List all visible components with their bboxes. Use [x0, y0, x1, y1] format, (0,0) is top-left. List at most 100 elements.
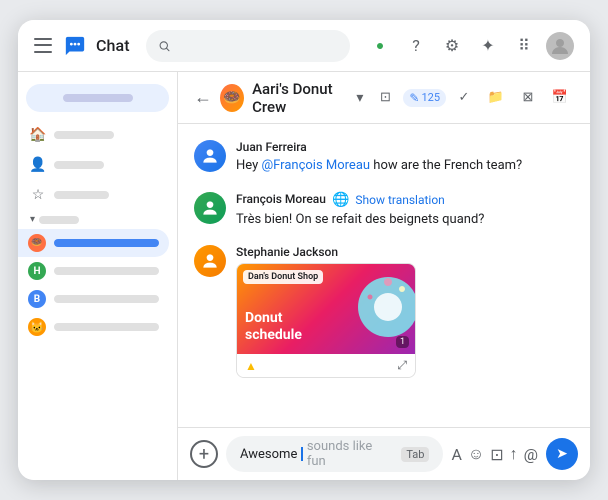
- top-bar: Chat ? ⚙ ✦ ⠿: [18, 20, 590, 72]
- mention-francois[interactable]: @François Moreau: [261, 158, 370, 173]
- folder-icon[interactable]: 📁: [482, 84, 510, 112]
- gemini-icon[interactable]: ✦: [474, 32, 502, 60]
- image-preview: Dan's Donut Shop Donut schedule: [237, 264, 415, 354]
- send-button[interactable]: ➤: [546, 438, 578, 470]
- message-content-stephanie: Stephanie Jackson Dan's Donut Shop Donut…: [236, 245, 574, 378]
- search-icon: [158, 39, 171, 53]
- h-icon: H: [28, 262, 46, 280]
- chat-title: Aari's Donut Crew: [252, 80, 352, 116]
- suggestion-text: sounds like fun: [307, 439, 393, 469]
- message-content-francois: François Moreau 🌐 Show translation Très …: [236, 192, 574, 230]
- expand-icon[interactable]: ⤢: [397, 358, 407, 373]
- section-title: [39, 216, 79, 224]
- sidebar-item-label: [54, 239, 159, 247]
- send-icon: ➤: [556, 446, 568, 462]
- add-icon: +: [199, 444, 209, 465]
- group-icon: 🍩: [220, 84, 244, 112]
- sidebar-item-label: [54, 267, 159, 275]
- input-text: Awesome: [240, 447, 297, 462]
- sidebar-nav-home[interactable]: 🏠: [18, 120, 177, 150]
- nav-label: [54, 161, 104, 169]
- main-area: 🏠 👤 ☆ ▾ 🍩 H: [18, 72, 590, 480]
- sidebar-item-b[interactable]: B: [18, 285, 169, 313]
- avatar-stephanie: [194, 245, 226, 277]
- help-icon[interactable]: ?: [402, 32, 430, 60]
- schedule-text: Donut schedule: [245, 310, 302, 344]
- message-text-francois: Très bien! On se refait des beignets qua…: [236, 210, 574, 230]
- input-area: + Awesome sounds like fun Tab A ☺ ⊡ ↑ @ …: [178, 427, 590, 480]
- status-indicator: [366, 32, 394, 60]
- messages-area: Juan Ferreira Hey @François Moreau how a…: [178, 124, 590, 427]
- attach-icon[interactable]: ⊡: [490, 445, 503, 464]
- message-row: Juan Ferreira Hey @François Moreau how a…: [194, 140, 574, 176]
- message-text: Hey @François Moreau how are the French …: [236, 156, 574, 176]
- archive-icon[interactable]: ⊠: [514, 84, 542, 112]
- search-input[interactable]: [176, 38, 338, 53]
- translation-row: François Moreau 🌐 Show translation: [236, 192, 574, 208]
- sidebar-item-cat[interactable]: 🐱: [18, 313, 169, 341]
- nav-label: [54, 191, 109, 199]
- sidebar-item-label: [54, 295, 159, 303]
- task-count: 125: [421, 91, 440, 104]
- emoji-icon[interactable]: ☺: [468, 444, 484, 464]
- message-row: Stephanie Jackson Dan's Donut Shop Donut…: [194, 245, 574, 378]
- sidebar-nav-people[interactable]: 👤: [18, 150, 177, 180]
- chat-header: ← 🍩 Aari's Donut Crew ▾ ⊡ ✎ 125 ✓ 📁 ⊠ 📅: [178, 72, 590, 124]
- header-actions: ⊡ ✎ 125 ✓ 📁 ⊠ 📅: [371, 84, 574, 112]
- tab-badge: Tab: [401, 447, 429, 462]
- chat-area: ← 🍩 Aari's Donut Crew ▾ ⊡ ✎ 125 ✓ 📁 ⊠ 📅: [178, 72, 590, 480]
- b-icon: B: [28, 290, 46, 308]
- check-icon[interactable]: ✓: [450, 84, 478, 112]
- task-icon: ✎: [409, 91, 419, 105]
- show-translation-link[interactable]: Show translation: [355, 193, 444, 207]
- cat-icon: 🐱: [28, 318, 46, 336]
- compose-button[interactable]: [26, 84, 169, 112]
- donut-crew-icon: 🍩: [28, 234, 46, 252]
- back-button[interactable]: ←: [194, 87, 212, 108]
- sidebar: 🏠 👤 ☆ ▾ 🍩 H: [18, 72, 178, 480]
- star-icon: ☆: [28, 185, 48, 205]
- home-icon: 🏠: [28, 125, 48, 145]
- image-card[interactable]: Dan's Donut Shop Donut schedule: [236, 263, 416, 378]
- task-badge[interactable]: ✎ 125: [403, 89, 446, 107]
- spaces-section-label: ▾: [18, 210, 177, 229]
- format-icon[interactable]: A: [451, 445, 461, 464]
- avatar-juan: [194, 140, 226, 172]
- people-icon: 👤: [28, 155, 48, 175]
- search-bar[interactable]: [146, 30, 350, 62]
- nav-label: [54, 131, 114, 139]
- sender-name: Juan Ferreira: [236, 140, 574, 154]
- message-row: François Moreau 🌐 Show translation Très …: [194, 192, 574, 230]
- message-input-field[interactable]: Awesome sounds like fun Tab: [226, 436, 443, 472]
- image-card-footer: ▲ ⤢: [237, 354, 415, 377]
- sender-name: Stephanie Jackson: [236, 245, 574, 259]
- sidebar-item-donut-crew[interactable]: 🍩: [18, 229, 169, 257]
- title-dropdown-icon[interactable]: ▾: [356, 90, 363, 106]
- video-icon[interactable]: ⊡: [371, 84, 399, 112]
- text-after-mention: how are the French team?: [370, 158, 522, 173]
- upload-icon[interactable]: ↑: [510, 444, 518, 464]
- app-window: Chat ? ⚙ ✦ ⠿: [18, 20, 590, 480]
- user-avatar[interactable]: [546, 32, 574, 60]
- top-bar-actions: ? ⚙ ✦ ⠿: [366, 32, 574, 60]
- donut-image: [330, 267, 415, 347]
- add-button[interactable]: +: [190, 440, 218, 468]
- calendar-icon[interactable]: 📅: [546, 84, 574, 112]
- shop-label: Dan's Donut Shop: [243, 270, 323, 284]
- drive-icon: ▲: [245, 359, 257, 373]
- app-logo: [64, 35, 86, 57]
- image-badge: 1: [396, 336, 409, 348]
- sidebar-item-label: [54, 323, 159, 331]
- settings-icon[interactable]: ⚙: [438, 32, 466, 60]
- chat-title-row: Aari's Donut Crew ▾: [252, 80, 363, 116]
- text-normal: Hey: [236, 158, 261, 173]
- avatar-francois: [194, 192, 226, 224]
- message-content-juan: Juan Ferreira Hey @François Moreau how a…: [236, 140, 574, 176]
- sidebar-item-h[interactable]: H: [18, 257, 169, 285]
- apps-icon[interactable]: ⠿: [510, 32, 538, 60]
- more-options-icon[interactable]: @: [524, 445, 538, 464]
- sidebar-nav-starred[interactable]: ☆: [18, 180, 177, 210]
- text-cursor: [301, 447, 302, 461]
- input-actions: A ☺ ⊡ ↑ @: [451, 444, 538, 464]
- menu-icon[interactable]: [34, 36, 54, 56]
